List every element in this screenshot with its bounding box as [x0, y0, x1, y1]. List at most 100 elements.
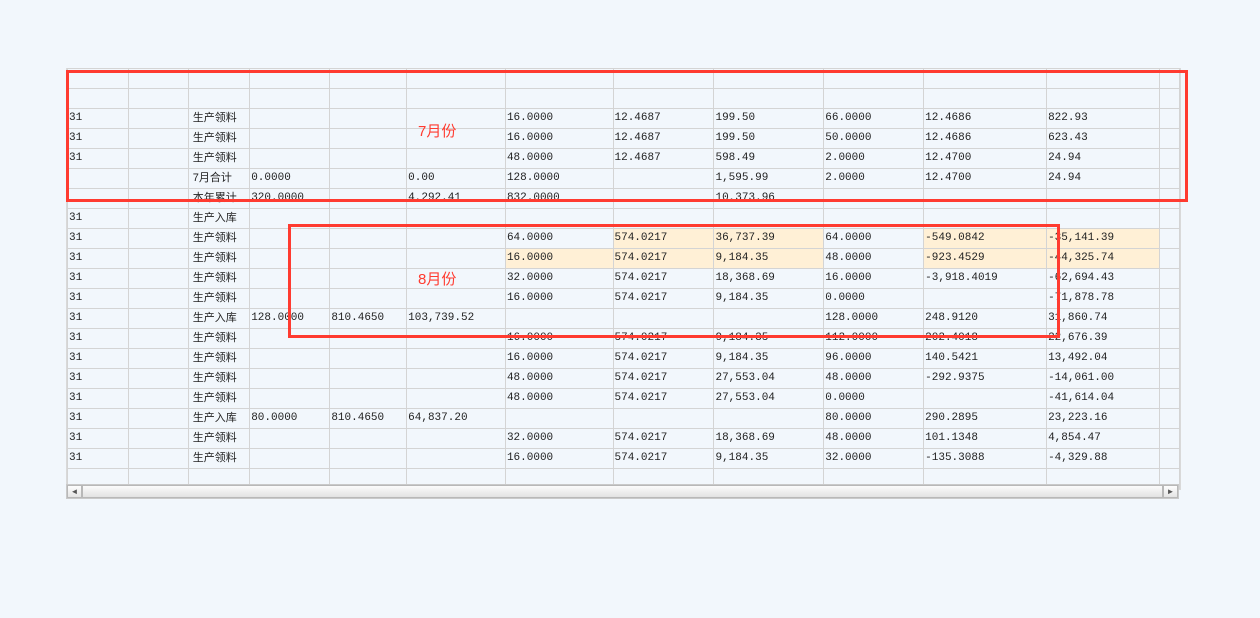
cell-c9[interactable]: 2.0000: [824, 169, 924, 189]
cell-c12[interactable]: [1160, 449, 1180, 469]
table-row[interactable]: 31生产领料16.0000574.02179,184.3532.0000-135…: [68, 449, 1180, 469]
cell-c11[interactable]: -41,614.04: [1047, 389, 1160, 409]
table-row[interactable]: 31生产领料64.0000574.021736,737.3964.0000-54…: [68, 229, 1180, 249]
cell-c12[interactable]: [1160, 229, 1180, 249]
cell-c4[interactable]: 810.4650: [330, 409, 407, 429]
cell-c9[interactable]: 64.0000: [824, 229, 924, 249]
cell-c9[interactable]: 48.0000: [824, 249, 924, 269]
cell-c7[interactable]: 574.0217: [613, 289, 714, 309]
cell-c5[interactable]: 4,292.41: [407, 189, 506, 209]
table-row[interactable]: 31生产领料48.0000574.021727,553.0448.0000-29…: [68, 369, 1180, 389]
cell-c12[interactable]: [1160, 429, 1180, 449]
cell-c0[interactable]: 31: [68, 149, 129, 169]
table-row[interactable]: 31生产领料48.0000574.021727,553.040.0000-41,…: [68, 389, 1180, 409]
cell-c11[interactable]: -44,325.74: [1047, 249, 1160, 269]
cell-c2[interactable]: 生产领料: [188, 149, 249, 169]
cell-c10[interactable]: 12.4700: [924, 149, 1047, 169]
cell-c0[interactable]: [68, 169, 129, 189]
table-row[interactable]: 31生产领料32.0000574.021718,368.6916.0000-3,…: [68, 269, 1180, 289]
cell-c7[interactable]: 574.0217: [613, 229, 714, 249]
cell-c6[interactable]: 16.0000: [505, 349, 613, 369]
cell-c11[interactable]: [1047, 209, 1160, 229]
cell-c3[interactable]: [250, 289, 330, 309]
cell-c4[interactable]: [330, 209, 407, 229]
cell-c0[interactable]: 31: [68, 409, 129, 429]
cell-c12[interactable]: [1160, 309, 1180, 329]
cell-c3[interactable]: 80.0000: [250, 409, 330, 429]
cell-c2[interactable]: 生产领料: [188, 369, 249, 389]
cell-c2[interactable]: 生产领料: [188, 289, 249, 309]
cell-c6[interactable]: 16.0000: [505, 289, 613, 309]
cell-c11[interactable]: 822.93: [1047, 109, 1160, 129]
cell-c12[interactable]: [1160, 189, 1180, 209]
cell-c4[interactable]: [330, 349, 407, 369]
scroll-left-button[interactable]: ◄: [67, 485, 82, 498]
cell-c9[interactable]: 80.0000: [824, 409, 924, 429]
cell-c5[interactable]: [407, 329, 506, 349]
cell-c10[interactable]: 12.4686: [924, 129, 1047, 149]
cell-c4[interactable]: [330, 289, 407, 309]
cell-c6[interactable]: [505, 409, 613, 429]
cell-c6[interactable]: 16.0000: [505, 129, 613, 149]
cell-c2[interactable]: 7月合计: [188, 169, 249, 189]
data-sheet[interactable]: 31生产领料16.000012.4687199.5066.000012.4686…: [66, 68, 1181, 490]
cell-c5[interactable]: [407, 229, 506, 249]
cell-c0[interactable]: 31: [68, 449, 129, 469]
cell-c9[interactable]: 50.0000: [824, 129, 924, 149]
cell-c0[interactable]: 31: [68, 349, 129, 369]
cell-c4[interactable]: [330, 269, 407, 289]
cell-c10[interactable]: 290.2895: [924, 409, 1047, 429]
cell-c8[interactable]: 199.50: [714, 129, 824, 149]
cell-c9[interactable]: 112.0000: [824, 329, 924, 349]
cell-c4[interactable]: [330, 189, 407, 209]
cell-c12[interactable]: [1160, 169, 1180, 189]
cell-c7[interactable]: 12.4687: [613, 149, 714, 169]
cell-c12[interactable]: [1160, 409, 1180, 429]
cell-c2[interactable]: 生产领料: [188, 229, 249, 249]
cell-c0[interactable]: 31: [68, 429, 129, 449]
table-row[interactable]: 31生产入库128.0000810.4650103,739.52128.0000…: [68, 309, 1180, 329]
cell-c10[interactable]: 140.5421: [924, 349, 1047, 369]
cell-c1[interactable]: [129, 309, 188, 329]
horizontal-scrollbar[interactable]: ◄ ►: [66, 484, 1179, 499]
cell-c6[interactable]: 832.0000: [505, 189, 613, 209]
cell-c6[interactable]: 48.0000: [505, 389, 613, 409]
cell-c2[interactable]: 生产领料: [188, 349, 249, 369]
cell-c5[interactable]: [407, 269, 506, 289]
cell-c1[interactable]: [129, 409, 188, 429]
cell-c11[interactable]: [1047, 189, 1160, 209]
cell-c3[interactable]: 320.0000: [250, 189, 330, 209]
table-row[interactable]: 本年累计320.00004,292.41832.000010,373.96: [68, 189, 1180, 209]
cell-c1[interactable]: [129, 129, 188, 149]
cell-c11[interactable]: 4,854.47: [1047, 429, 1160, 449]
cell-c0[interactable]: [68, 189, 129, 209]
cell-c4[interactable]: [330, 149, 407, 169]
cell-c6[interactable]: 128.0000: [505, 169, 613, 189]
cell-c5[interactable]: 0.00: [407, 169, 506, 189]
cell-c11[interactable]: 24.94: [1047, 169, 1160, 189]
cell-c10[interactable]: -923.4529: [924, 249, 1047, 269]
cell-c8[interactable]: 9,184.35: [714, 289, 824, 309]
cell-c4[interactable]: [330, 129, 407, 149]
cell-c10[interactable]: 101.1348: [924, 429, 1047, 449]
cell-c0[interactable]: 31: [68, 329, 129, 349]
cell-c12[interactable]: [1160, 249, 1180, 269]
cell-c5[interactable]: [407, 369, 506, 389]
cell-c3[interactable]: [250, 429, 330, 449]
cell-c12[interactable]: [1160, 369, 1180, 389]
cell-c11[interactable]: -71,878.78: [1047, 289, 1160, 309]
cell-c10[interactable]: -135.3088: [924, 449, 1047, 469]
cell-c3[interactable]: [250, 369, 330, 389]
cell-c10[interactable]: -549.0842: [924, 229, 1047, 249]
cell-c12[interactable]: [1160, 129, 1180, 149]
cell-c7[interactable]: 574.0217: [613, 249, 714, 269]
cell-c8[interactable]: 9,184.35: [714, 349, 824, 369]
cell-c5[interactable]: [407, 149, 506, 169]
cell-c11[interactable]: 22,676.39: [1047, 329, 1160, 349]
cell-c9[interactable]: 48.0000: [824, 369, 924, 389]
cell-c12[interactable]: [1160, 109, 1180, 129]
cell-c6[interactable]: [505, 309, 613, 329]
cell-c11[interactable]: -62,694.43: [1047, 269, 1160, 289]
cell-c1[interactable]: [129, 369, 188, 389]
cell-c11[interactable]: 13,492.04: [1047, 349, 1160, 369]
